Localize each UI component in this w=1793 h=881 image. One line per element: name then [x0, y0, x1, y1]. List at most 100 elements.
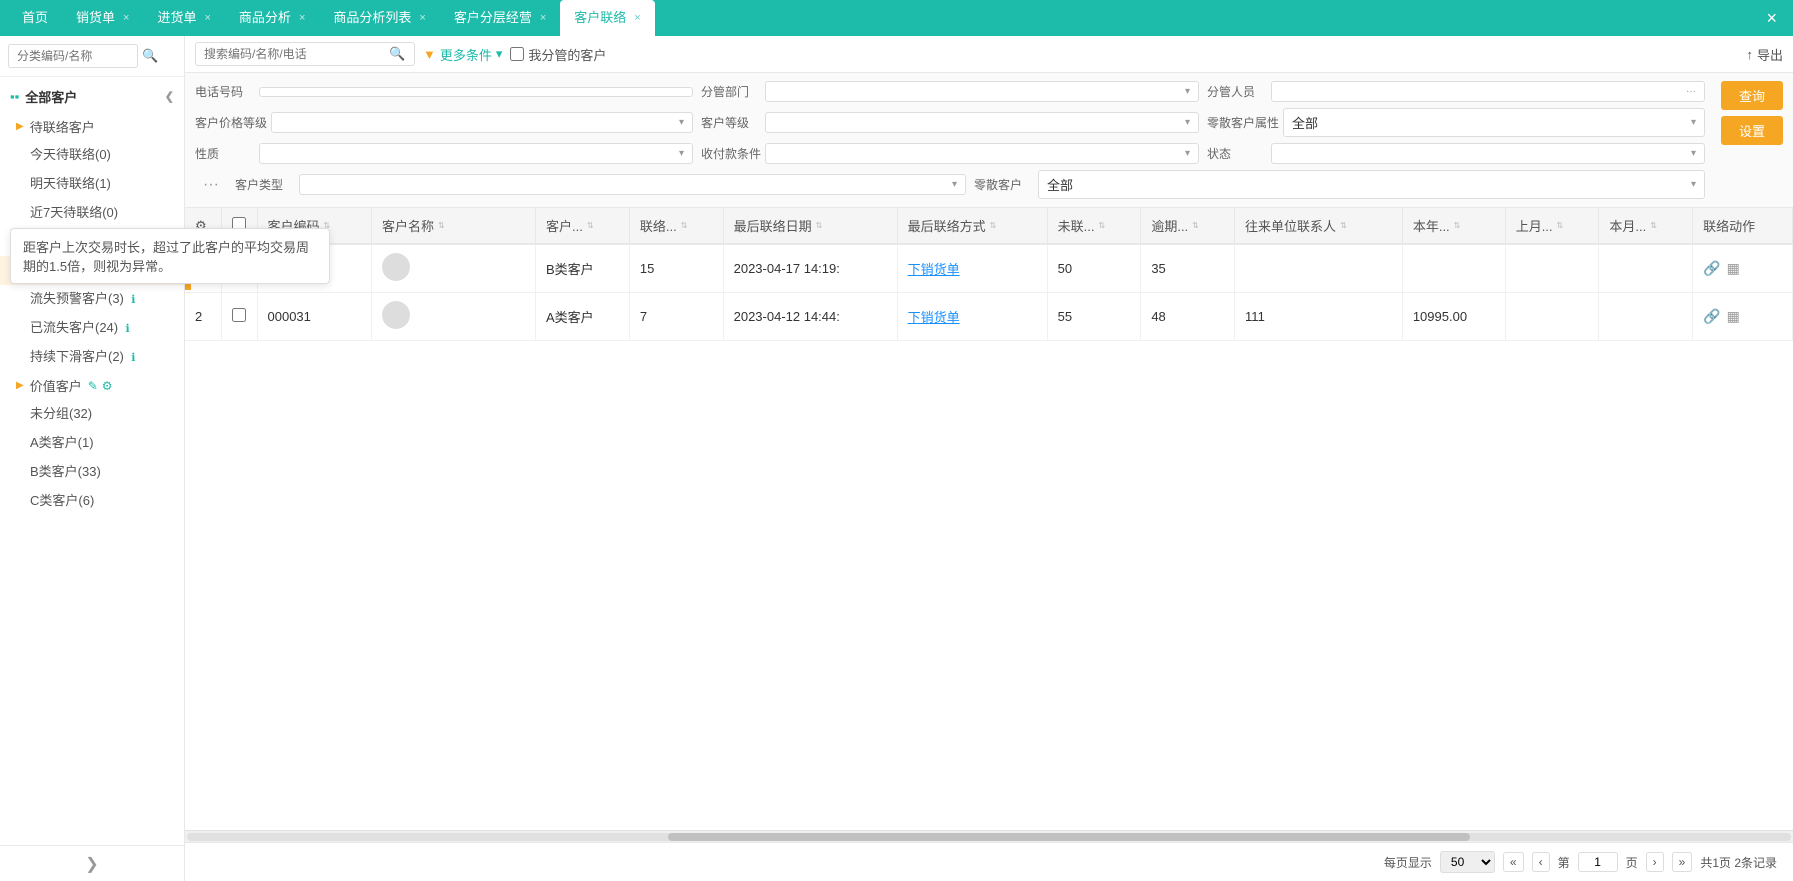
nav-item-sales[interactable]: 销货单 ×	[62, 0, 143, 36]
th-type[interactable]: 客户... ⇅	[536, 208, 630, 244]
filter-row-2: 客户价格等级 ▾ 客户等级 ▾ 零散客户属性	[195, 108, 1705, 137]
retail-attr-label: 零散客户属性	[1207, 114, 1279, 131]
row2-method-link[interactable]: 下销货单	[908, 310, 960, 325]
th-uncontacted[interactable]: 未联... ⇅	[1047, 208, 1141, 244]
export-button[interactable]: ↑ 导出	[1746, 45, 1783, 64]
col-sort-contact-person: 往来单位联系人 ⇅	[1245, 216, 1347, 235]
setting-button[interactable]: 设置	[1721, 116, 1783, 145]
row1-type: B类客户	[536, 244, 630, 293]
sidebar-search-input[interactable]	[8, 44, 138, 68]
phone-input[interactable]	[259, 87, 693, 97]
close-icon-analysis-list[interactable]: ×	[419, 0, 425, 36]
row2-grid-icon[interactable]: ▦	[1727, 308, 1740, 325]
scroll-thumb[interactable]	[668, 833, 1470, 841]
next-page-button[interactable]: ›	[1646, 852, 1664, 872]
th-overdue[interactable]: 逾期... ⇅	[1141, 208, 1235, 244]
row2-checkbox	[221, 293, 257, 341]
search-input[interactable]	[204, 47, 389, 61]
pending-section[interactable]: ▶ 待联络客户	[0, 112, 184, 141]
edit-icon[interactable]: ✎	[88, 379, 98, 393]
retail-customer-select[interactable]: 全部 ▾	[1038, 170, 1705, 199]
last-page-button[interactable]: »	[1672, 852, 1693, 872]
th-last-month[interactable]: 上月... ⇅	[1505, 208, 1599, 244]
row1-name	[371, 244, 535, 293]
settings-icon[interactable]: ⚙	[102, 379, 113, 393]
th-contact-count[interactable]: 联络... ⇅	[629, 208, 723, 244]
th-name[interactable]: 客户名称 ⇅	[371, 208, 535, 244]
col-sort-overdue: 逾期... ⇅	[1151, 216, 1199, 235]
row2-select-checkbox[interactable]	[232, 308, 246, 322]
sidebar-item-7days[interactable]: 近7天待联络(0)	[0, 199, 184, 228]
sidebar-content: ▪▪ 全部客户 ❮ ▶ 待联络客户 今天待联络(0) 明天待联络(1) 近7天待…	[0, 77, 184, 845]
value-section[interactable]: ▶ 价值客户 ✎ ⚙	[0, 371, 184, 400]
tooltip-box: 距客户上次交易时长，超过了此客户的平均交易周期的1.5倍，则视为异常。	[10, 228, 330, 284]
nav-item-purchase[interactable]: 进货单 ×	[143, 0, 224, 36]
th-current-year[interactable]: 本年... ⇅	[1402, 208, 1505, 244]
status-select[interactable]: ▾	[1271, 143, 1705, 164]
customer-type-arrow: ▾	[952, 179, 957, 190]
th-action: 联络动作	[1693, 208, 1793, 244]
dots-button[interactable]: ···	[195, 176, 227, 194]
sidebar-collapse-icon[interactable]: ❯	[85, 854, 98, 874]
sidebar-item-tomorrow[interactable]: 明天待联络(1)	[0, 170, 184, 199]
row1-method-link[interactable]: 下销货单	[908, 262, 960, 277]
row1-current-month	[1599, 244, 1693, 293]
sidebar-item-ungroup[interactable]: 未分组(32)	[0, 400, 184, 429]
window-close-button[interactable]: ×	[1758, 8, 1785, 29]
sidebar-search-icon[interactable]: 🔍	[142, 48, 158, 64]
close-icon-purchase[interactable]: ×	[204, 0, 210, 36]
sidebar-item-declining[interactable]: 持续下滑客户(2) ℹ	[0, 343, 184, 372]
my-customer-checkbox[interactable]	[510, 47, 524, 61]
close-icon-customer-contact[interactable]: ×	[634, 0, 640, 36]
close-icon-analysis[interactable]: ×	[299, 0, 305, 36]
close-icon-customer-mgmt[interactable]: ×	[540, 0, 546, 36]
sidebar-item-a-class[interactable]: A类客户(1)	[0, 429, 184, 458]
more-filter-button[interactable]: ▼ 更多条件 ▾	[423, 45, 502, 64]
row1-link-icon[interactable]: 🔗	[1703, 260, 1720, 277]
nav-item-analysis-list[interactable]: 商品分析列表 ×	[319, 0, 439, 36]
info-icon-3[interactable]: ℹ	[125, 323, 129, 335]
gender-select[interactable]: ▾	[259, 143, 693, 164]
price-level-select[interactable]: ▾	[271, 112, 693, 133]
prev-page-button[interactable]: ‹	[1532, 852, 1550, 872]
horizontal-scrollbar[interactable]	[185, 830, 1793, 842]
retail-attr-select[interactable]: 全部 ▾	[1283, 108, 1705, 137]
sidebar-item-lost[interactable]: 已流失客户(24) ℹ	[0, 314, 184, 343]
per-page-select[interactable]: 50 20 100	[1440, 851, 1495, 873]
filter-button-group: 查询 设置	[1721, 81, 1783, 145]
col-sort-type: 客户... ⇅	[546, 216, 594, 235]
nav-item-customer-mgmt[interactable]: 客户分层经营 ×	[440, 0, 560, 36]
sidebar-item-today[interactable]: 今天待联络(0)	[0, 141, 184, 170]
row2-code: 000031	[257, 293, 371, 341]
customer-type-select[interactable]: ▾	[299, 174, 966, 195]
my-customer-checkbox-label[interactable]: 我分管的客户	[510, 45, 606, 64]
row1-grid-icon[interactable]: ▦	[1727, 260, 1740, 277]
filter-phone: 电话号码	[195, 83, 693, 100]
info-icon-2[interactable]: ℹ	[131, 294, 135, 306]
close-icon-sales[interactable]: ×	[123, 0, 129, 36]
dept-select[interactable]: ▾	[765, 81, 1199, 102]
person-select[interactable]: ···	[1271, 81, 1705, 102]
sidebar-item-lost-warning[interactable]: 流失预警客户(3) ℹ	[0, 285, 184, 314]
nav-item-home[interactable]: 首页	[8, 0, 62, 36]
nav-item-analysis[interactable]: 商品分析 ×	[225, 0, 319, 36]
nav-item-customer-contact[interactable]: 客户联络 ×	[560, 0, 654, 36]
sidebar-item-c-class[interactable]: C类客户(6)	[0, 487, 184, 516]
all-customers-header[interactable]: ▪▪ 全部客户 ❮	[0, 81, 184, 112]
row2-index: 2	[185, 293, 221, 341]
sidebar-item-b-class[interactable]: B类客户(33)	[0, 458, 184, 487]
first-page-button[interactable]: «	[1503, 852, 1524, 872]
search-icon[interactable]: 🔍	[389, 46, 405, 62]
info-icon-4[interactable]: ℹ	[131, 352, 135, 364]
th-last-date[interactable]: 最后联络日期 ⇅	[723, 208, 897, 244]
customer-level-select[interactable]: ▾	[765, 112, 1199, 133]
th-contact-person[interactable]: 往来单位联系人 ⇅	[1235, 208, 1403, 244]
row2-link-icon[interactable]: 🔗	[1703, 308, 1720, 325]
payment-select[interactable]: ▾	[765, 143, 1199, 164]
query-button[interactable]: 查询	[1721, 81, 1783, 110]
page-number-input[interactable]	[1578, 852, 1618, 872]
th-last-method[interactable]: 最后联络方式 ⇅	[897, 208, 1047, 244]
customer-level-label: 客户等级	[701, 114, 761, 131]
th-current-month[interactable]: 本月... ⇅	[1599, 208, 1693, 244]
nav-label-home: 首页	[22, 0, 48, 36]
